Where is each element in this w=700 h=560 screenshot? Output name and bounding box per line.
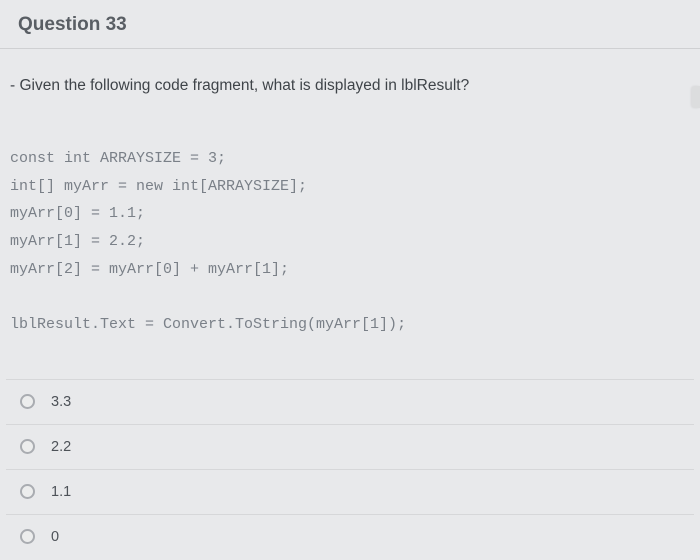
question-title: Question 33 <box>18 14 682 36</box>
side-tab[interactable] <box>692 86 700 108</box>
code-line: myArr[0] = 1.1; <box>10 205 145 222</box>
option-label: 2.2 <box>51 439 71 455</box>
answer-options: 3.3 2.2 1.1 0 <box>6 379 694 555</box>
question-content: - Given the following code fragment, wha… <box>0 49 700 555</box>
radio-icon <box>20 394 35 409</box>
answer-option[interactable]: 0 <box>6 514 694 555</box>
code-line: myArr[1] = 2.2; <box>10 233 145 250</box>
answer-option[interactable]: 3.3 <box>6 379 694 424</box>
question-prompt: - Given the following code fragment, wha… <box>6 77 694 95</box>
answer-option[interactable]: 1.1 <box>6 469 694 514</box>
option-label: 3.3 <box>51 394 71 410</box>
question-header: Question 33 <box>0 0 700 49</box>
code-line: const int ARRAYSIZE = 3; <box>10 150 226 167</box>
code-line: lblResult.Text = Convert.ToString(myArr[… <box>10 316 406 333</box>
radio-icon <box>20 439 35 454</box>
answer-option[interactable]: 2.2 <box>6 424 694 469</box>
radio-icon <box>20 484 35 499</box>
option-label: 1.1 <box>51 484 71 500</box>
code-block: const int ARRAYSIZE = 3; int[] myArr = n… <box>6 117 694 367</box>
radio-icon <box>20 529 35 544</box>
option-label: 0 <box>51 529 59 545</box>
code-line: int[] myArr = new int[ARRAYSIZE]; <box>10 178 307 195</box>
code-line: myArr[2] = myArr[0] + myArr[1]; <box>10 261 289 278</box>
